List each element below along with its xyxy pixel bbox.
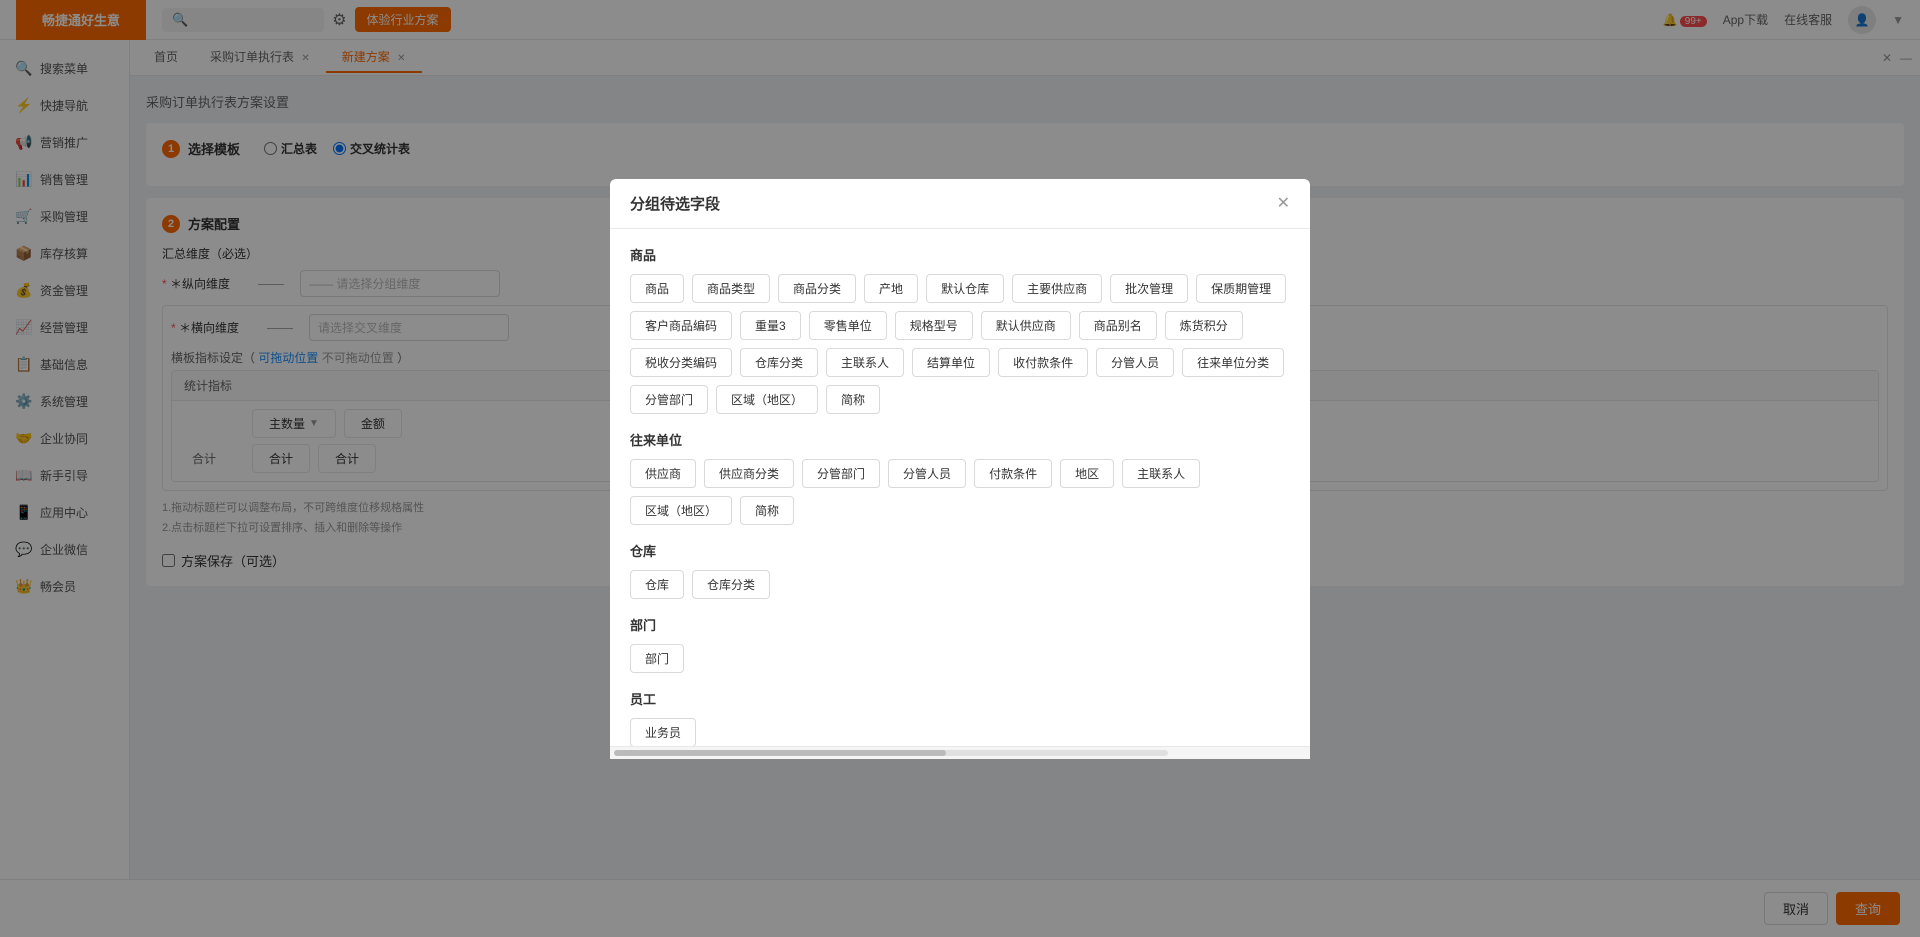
field-supervisor[interactable]: 分管人员 [1096, 348, 1174, 377]
modal-scrollbar-area [610, 746, 1310, 758]
section-warehouse: 仓库 仓库 仓库分类 [630, 541, 1290, 599]
field-region2[interactable]: 区域（地区） [630, 496, 732, 525]
field-short-name[interactable]: 简称 [826, 385, 880, 414]
warehouse-fields: 仓库 仓库分类 [630, 570, 1290, 599]
field-supervisor-dept[interactable]: 分管部门 [630, 385, 708, 414]
field-settlement-unit[interactable]: 结算单位 [912, 348, 990, 377]
field-product-type[interactable]: 商品类型 [692, 274, 770, 303]
modal-overlay[interactable]: 分组待选字段 ✕ 商品 商品 商品类型 商品分类 产地 默认仓库 主要供应商 批… [0, 0, 1920, 937]
field-points[interactable]: 炼货积分 [1165, 311, 1243, 340]
partner-fields: 供应商 供应商分类 分管部门 分管人员 付款条件 地区 主联系人 区域（地区） … [630, 459, 1290, 525]
field-expiry-mgmt[interactable]: 保质期管理 [1196, 274, 1286, 303]
field-short-name2[interactable]: 简称 [740, 496, 794, 525]
field-pay-terms[interactable]: 付款条件 [974, 459, 1052, 488]
section-warehouse-title: 仓库 [630, 541, 1290, 560]
modal-title: 分组待选字段 [630, 193, 720, 214]
field-spec-model[interactable]: 规格型号 [895, 311, 973, 340]
field-partner-category[interactable]: 往来单位分类 [1182, 348, 1284, 377]
product-fields: 商品 商品类型 商品分类 产地 默认仓库 主要供应商 批次管理 保质期管理 客户… [630, 274, 1290, 414]
field-default-supplier[interactable]: 默认供应商 [981, 311, 1071, 340]
employee-fields: 业务员 [630, 718, 1290, 747]
field-tax-code[interactable]: 税收分类编码 [630, 348, 732, 377]
field-customer-code[interactable]: 客户商品编码 [630, 311, 732, 340]
field-product-category[interactable]: 商品分类 [778, 274, 856, 303]
field-payment-terms[interactable]: 收付款条件 [998, 348, 1088, 377]
field-staff[interactable]: 业务员 [630, 718, 696, 747]
h-scrollbar-track [614, 750, 1168, 756]
modal-body: 商品 商品 商品类型 商品分类 产地 默认仓库 主要供应商 批次管理 保质期管理… [610, 229, 1310, 747]
field-main-contact[interactable]: 主联系人 [826, 348, 904, 377]
field-warehouse-cat[interactable]: 仓库分类 [692, 570, 770, 599]
field-region[interactable]: 区域（地区） [716, 385, 818, 414]
field-supplier-category[interactable]: 供应商分类 [704, 459, 794, 488]
field-supplier[interactable]: 供应商 [630, 459, 696, 488]
field-origin[interactable]: 产地 [864, 274, 918, 303]
section-employee: 员工 业务员 [630, 689, 1290, 747]
field-dept[interactable]: 分管部门 [802, 459, 880, 488]
section-product: 商品 商品 商品类型 商品分类 产地 默认仓库 主要供应商 批次管理 保质期管理… [630, 245, 1290, 414]
section-employee-title: 员工 [630, 689, 1290, 708]
section-partner-title: 往来单位 [630, 430, 1290, 449]
section-product-title: 商品 [630, 245, 1290, 264]
modal-header: 分组待选字段 ✕ [610, 179, 1310, 229]
field-retail-unit[interactable]: 零售单位 [809, 311, 887, 340]
modal-close-button[interactable]: ✕ [1277, 193, 1290, 213]
field-warehouse-category[interactable]: 仓库分类 [740, 348, 818, 377]
field-dept-person[interactable]: 分管人员 [888, 459, 966, 488]
field-area[interactable]: 地区 [1060, 459, 1114, 488]
field-main-contact2[interactable]: 主联系人 [1122, 459, 1200, 488]
h-scrollbar-thumb[interactable] [614, 750, 946, 756]
field-main-supplier[interactable]: 主要供应商 [1012, 274, 1102, 303]
section-department: 部门 部门 [630, 615, 1290, 673]
field-department[interactable]: 部门 [630, 644, 684, 673]
field-batch-mgmt[interactable]: 批次管理 [1110, 274, 1188, 303]
section-department-title: 部门 [630, 615, 1290, 634]
department-fields: 部门 [630, 644, 1290, 673]
field-warehouse[interactable]: 仓库 [630, 570, 684, 599]
modal: 分组待选字段 ✕ 商品 商品 商品类型 商品分类 产地 默认仓库 主要供应商 批… [610, 179, 1310, 759]
field-product-alias[interactable]: 商品别名 [1079, 311, 1157, 340]
field-default-warehouse[interactable]: 默认仓库 [926, 274, 1004, 303]
section-partner: 往来单位 供应商 供应商分类 分管部门 分管人员 付款条件 地区 主联系人 区域… [630, 430, 1290, 525]
field-product[interactable]: 商品 [630, 274, 684, 303]
field-weight3[interactable]: 重量3 [740, 311, 801, 340]
